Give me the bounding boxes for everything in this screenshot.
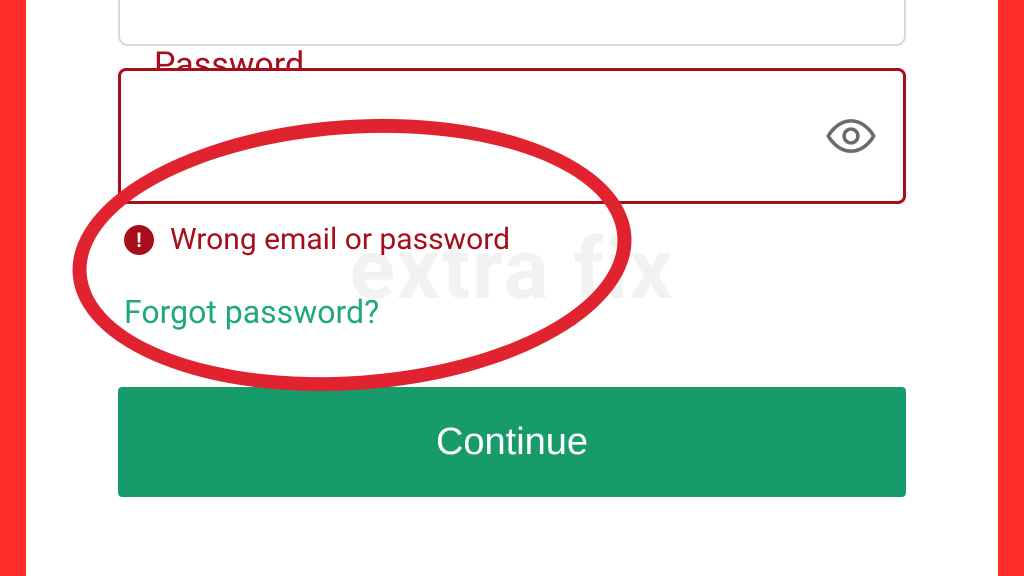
eye-icon <box>825 110 877 162</box>
login-card: extra fix Password ! Wrong email or pass… <box>26 0 998 576</box>
password-input[interactable] <box>145 71 823 201</box>
password-field <box>118 68 906 204</box>
continue-button[interactable]: Continue <box>118 387 906 497</box>
password-field-container: Password <box>118 68 906 204</box>
forgot-password-link[interactable]: Forgot password? <box>124 293 379 331</box>
email-field-container <box>118 0 906 46</box>
error-row: ! Wrong email or password <box>124 222 906 257</box>
email-input[interactable] <box>120 0 904 44</box>
show-password-button[interactable] <box>823 108 879 164</box>
error-message: Wrong email or password <box>170 222 510 257</box>
error-icon: ! <box>124 225 154 255</box>
